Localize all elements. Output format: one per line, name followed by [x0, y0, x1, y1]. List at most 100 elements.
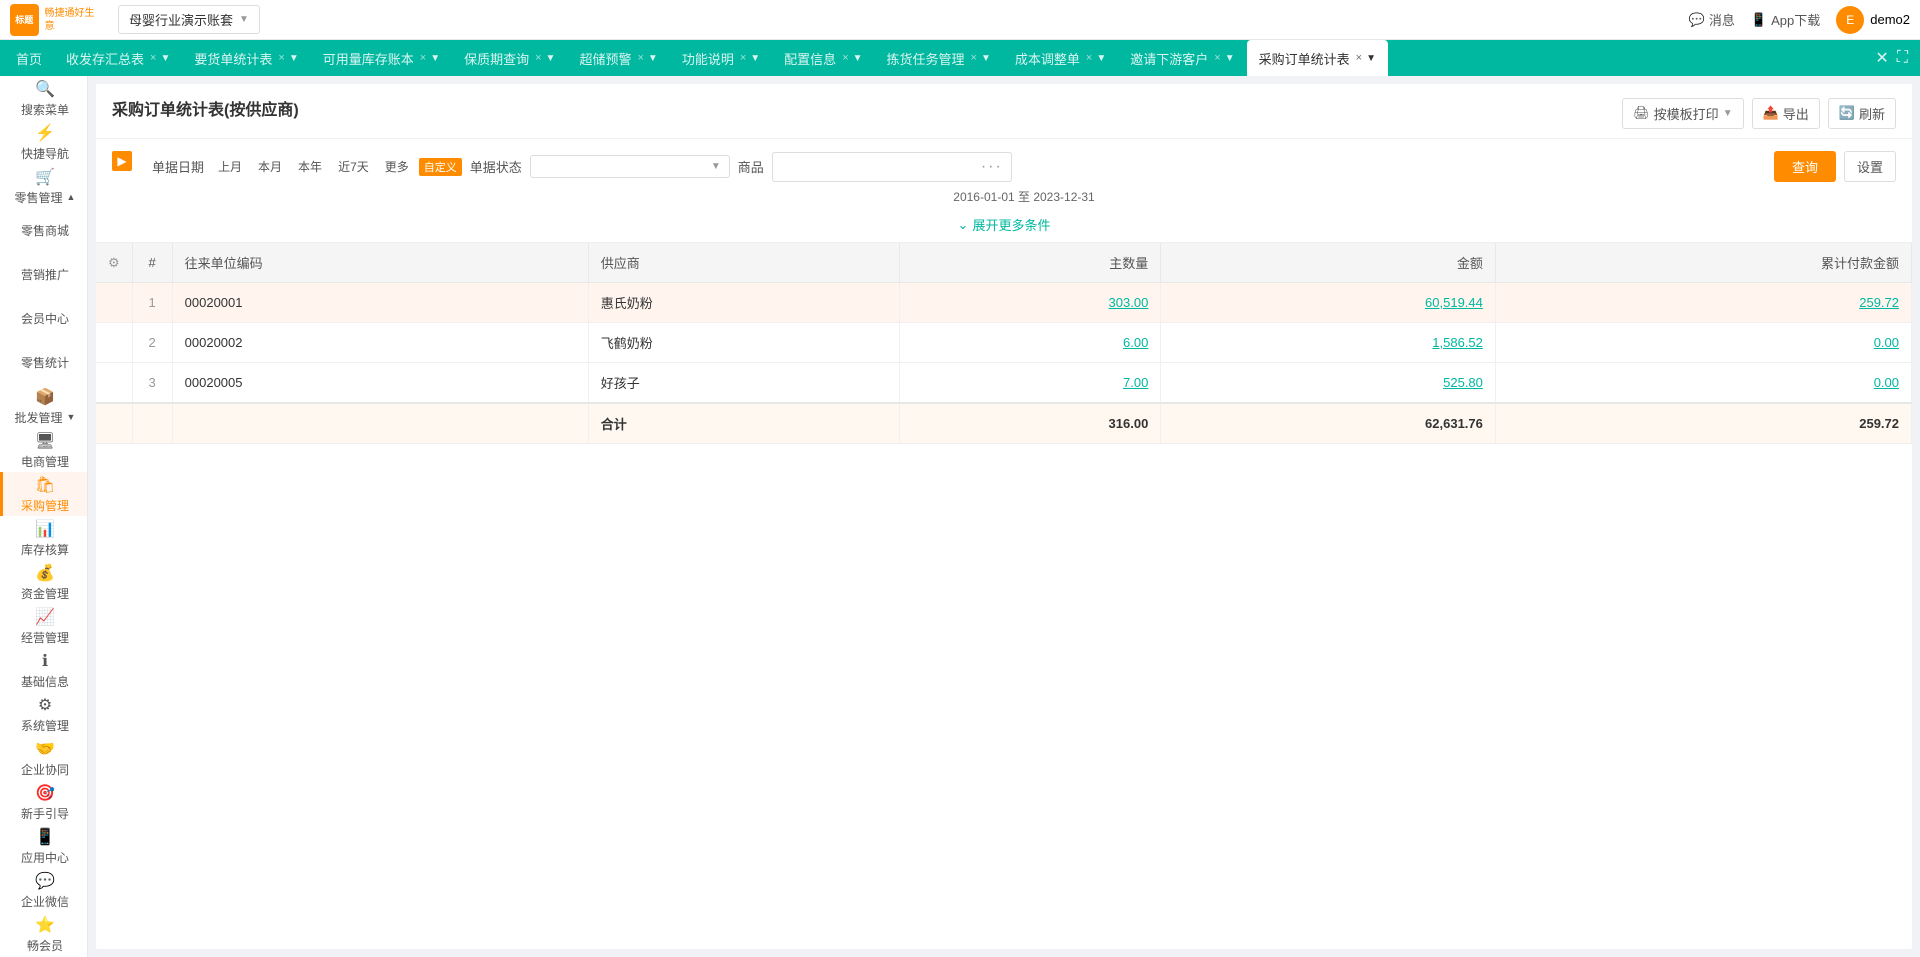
goods-input[interactable]: ··· [772, 152, 1012, 182]
qty-link-3[interactable]: 7.00 [1123, 375, 1148, 390]
paid-link-3[interactable]: 0.00 [1874, 375, 1899, 390]
sidebar-item-enterprise-collab[interactable]: 🤝 企业协同 [0, 737, 87, 781]
sidebar-item-wholesale[interactable]: 📦 批发管理 ▼ [0, 384, 87, 428]
status-select-arrow: ▼ [711, 161, 721, 172]
footer-row: 合计 316.00 62,631.76 259.72 [96, 403, 1912, 444]
sidebar-item-new-guide[interactable]: 🎯 新手引导 [0, 781, 87, 825]
shortcut-this-month[interactable]: 本月 [252, 156, 288, 177]
tab-close-cost[interactable]: × [1086, 52, 1092, 64]
status-select[interactable]: ▼ [530, 155, 730, 178]
tab-close-invite[interactable]: × [1214, 52, 1220, 64]
column-settings-icon[interactable]: ⚙ [108, 255, 120, 270]
sidebar-item-purchase[interactable]: 🛍 采购管理 [0, 472, 87, 516]
print-btn[interactable]: 🖨 按模板打印 ▼ [1622, 98, 1743, 129]
tab-close-overstock[interactable]: × [637, 52, 643, 64]
shortcut-prev-month[interactable]: 上月 [212, 156, 248, 177]
status-label: 单据状态 [470, 157, 522, 176]
sidebar-item-search[interactable]: 🔍 搜索菜单 [0, 76, 87, 120]
shortcut-7days[interactable]: 近7天 [332, 156, 375, 177]
qty-link-1[interactable]: 303.00 [1109, 295, 1149, 310]
sidebar-item-ecommerce[interactable]: 🖥 电商管理 [0, 428, 87, 472]
sidebar-retailshop-label: 零售商城 [21, 222, 69, 239]
sidebar-item-retail-stats[interactable]: 零售统计 [0, 340, 87, 384]
row-amount-3[interactable]: 525.80 [1161, 363, 1496, 404]
page-title-area: 采购订单统计表(按供应商) 🖨 按模板打印 ▼ 📤 导出 🔄 刷新 [96, 84, 1912, 139]
search-btn[interactable]: 查询 [1774, 151, 1836, 182]
tab-close-func[interactable]: × [740, 52, 746, 64]
sidebar-item-basic-info[interactable]: ℹ 基础信息 [0, 649, 87, 693]
sidebar-vip-label: 畅会员 [27, 937, 63, 954]
row-paid-3[interactable]: 0.00 [1495, 363, 1911, 404]
qty-link-2[interactable]: 6.00 [1123, 335, 1148, 350]
tab-close-req[interactable]: × [278, 52, 284, 64]
paid-link-1[interactable]: 259.72 [1859, 295, 1899, 310]
sidebar-item-retail-shop[interactable]: 零售商城 [0, 208, 87, 252]
footer-empty-code [172, 403, 588, 444]
refresh-btn[interactable]: 🔄 刷新 [1828, 98, 1896, 129]
col-header-quantity: 主数量 [899, 243, 1161, 283]
sidebar-item-ops[interactable]: 📈 经营管理 [0, 605, 87, 649]
tab-requisition-summary[interactable]: 要货单统计表 × ▼ [182, 40, 310, 76]
shortcut-this-year[interactable]: 本年 [292, 156, 328, 177]
tab-overstock[interactable]: 超储预警 × ▼ [567, 40, 669, 76]
app-download-btn[interactable]: 📱 App下载 [1751, 10, 1820, 29]
sidebar-ecommerce-label: 电商管理 [21, 453, 69, 470]
tab-function-desc[interactable]: 功能说明 × ▼ [670, 40, 772, 76]
sidebar-item-enterprise-wechat[interactable]: 💬 企业微信 [0, 869, 87, 913]
amount-link-2[interactable]: 1,586.52 [1432, 335, 1483, 350]
sidebar-item-quick-nav[interactable]: ⚡ 快捷导航 [0, 120, 87, 164]
footer-paid: 259.72 [1495, 403, 1911, 444]
nav-expand-icon[interactable]: ⛶ [1897, 49, 1908, 67]
tab-picking[interactable]: 拣货任务管理 × ▼ [875, 40, 1003, 76]
nav-close-icon[interactable]: ✕ [1875, 48, 1888, 68]
tab-close-inv[interactable]: × [420, 52, 426, 64]
tab-close-config[interactable]: × [842, 52, 848, 64]
row-check-2 [96, 323, 132, 363]
sidebar-system-label: 系统管理 [21, 717, 69, 734]
tab-close-receive[interactable]: × [150, 52, 156, 64]
tab-invite[interactable]: 邀请下游客户 × ▼ [1118, 40, 1246, 76]
row-amount-2[interactable]: 1,586.52 [1161, 323, 1496, 363]
sidebar-item-app-center[interactable]: 📱 应用中心 [0, 825, 87, 869]
setting-btn[interactable]: 设置 [1844, 151, 1896, 182]
shortcut-more[interactable]: 更多 [379, 156, 415, 177]
row-paid-1[interactable]: 259.72 [1495, 283, 1911, 323]
tab-close-purchase[interactable]: × [1356, 52, 1362, 64]
print-icon: 🖨 [1633, 105, 1650, 121]
row-qty-1[interactable]: 303.00 [899, 283, 1161, 323]
paid-link-2[interactable]: 0.00 [1874, 335, 1899, 350]
row-num-3: 3 [132, 363, 172, 404]
amount-link-3[interactable]: 525.80 [1443, 375, 1483, 390]
expand-toggle[interactable]: ▶ [112, 151, 132, 171]
account-dropdown[interactable]: 母婴行业演示账套 ▼ [118, 5, 260, 34]
tab-config[interactable]: 配置信息 × ▼ [772, 40, 874, 76]
sidebar-item-system[interactable]: ⚙ 系统管理 [0, 693, 87, 737]
sidebar-item-vip[interactable]: ⭐ 畅会员 [0, 913, 87, 957]
tab-home[interactable]: 首页 [4, 40, 54, 76]
amount-link-1[interactable]: 60,519.44 [1425, 295, 1483, 310]
row-paid-2[interactable]: 0.00 [1495, 323, 1911, 363]
sidebar-item-marketing[interactable]: 营销推广 [0, 252, 87, 296]
sidebar-item-inventory[interactable]: 📊 库存核算 [0, 516, 87, 560]
row-qty-3[interactable]: 7.00 [899, 363, 1161, 404]
tab-close-pick[interactable]: × [971, 52, 977, 64]
top-bar: 标题 畅捷通好生意 母婴行业演示账套 ▼ 💬 消息 📱 App下载 E demo… [0, 0, 1920, 40]
basic-info-icon: ℹ [42, 651, 48, 671]
sidebar-item-member-center[interactable]: 会员中心 [0, 296, 87, 340]
custom-tag: 自定义 [419, 158, 462, 176]
tab-close-warranty[interactable]: × [535, 52, 541, 64]
tab-warranty[interactable]: 保质期查询 × ▼ [452, 40, 567, 76]
row-amount-1[interactable]: 60,519.44 [1161, 283, 1496, 323]
expand-more-btn[interactable]: ⌄ 展开更多条件 [958, 215, 1051, 234]
sidebar-item-retail-mgmt[interactable]: 🛒 零售管理 ▲ [0, 164, 87, 208]
message-btn[interactable]: 💬 消息 [1689, 10, 1735, 29]
tab-receive-summary[interactable]: 收发存汇总表 × ▼ [54, 40, 182, 76]
sidebar-item-finance[interactable]: 💰 资金管理 [0, 561, 87, 605]
row-qty-2[interactable]: 6.00 [899, 323, 1161, 363]
export-btn[interactable]: 📤 导出 [1752, 98, 1820, 129]
user-area[interactable]: E demo2 [1836, 6, 1910, 34]
tab-cost-adjust[interactable]: 成本调整单 × ▼ [1003, 40, 1118, 76]
tab-purchase-summary[interactable]: 采购订单统计表 × ▼ [1247, 40, 1388, 76]
table-container: ⚙ # 往来单位编码 供应商 主数量 金额 累计付款金额 [96, 243, 1912, 949]
tab-available-inventory[interactable]: 可用量库存账本 × ▼ [311, 40, 452, 76]
